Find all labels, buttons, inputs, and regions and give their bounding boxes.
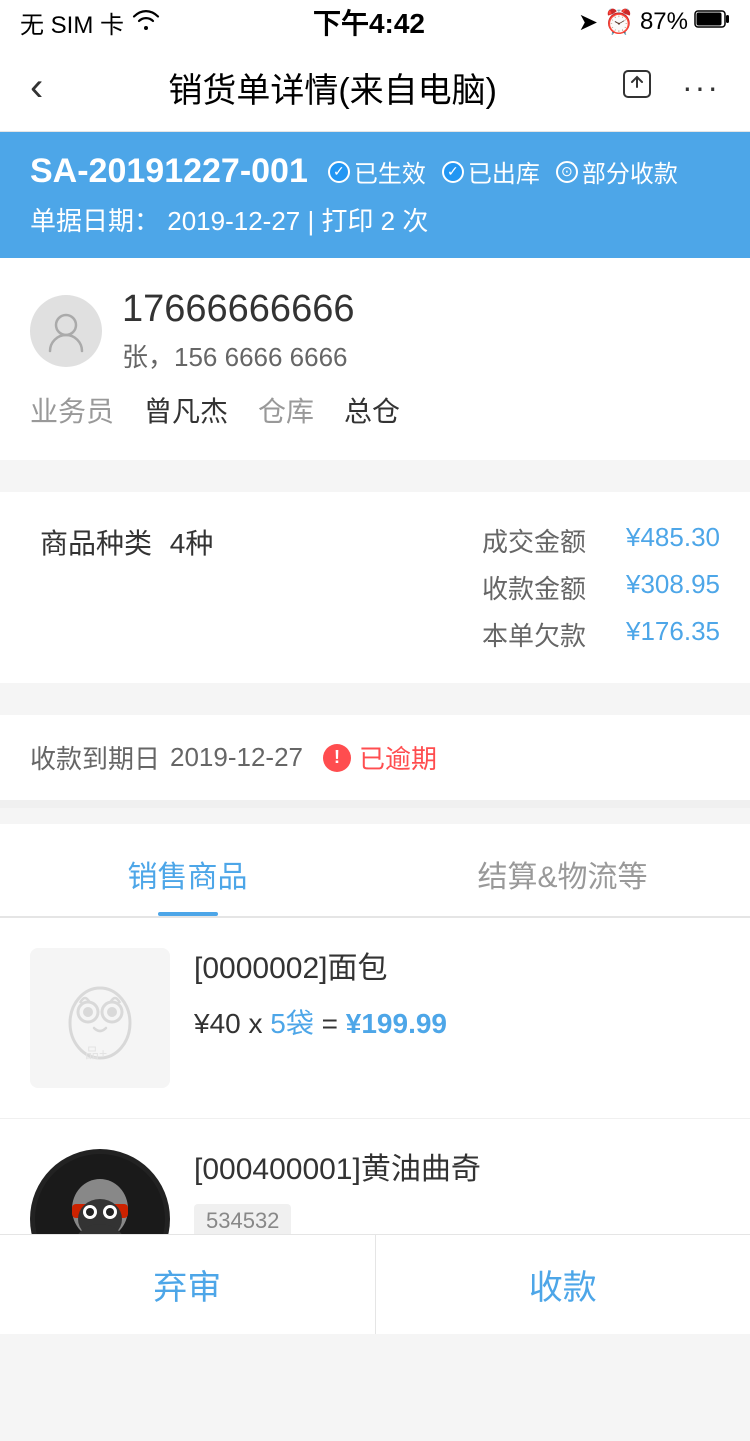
status-bar-left: 无 SIM 卡 — [20, 5, 160, 40]
product-qty-1: 5袋 — [270, 1008, 314, 1039]
product-name-2: [000400001]黄油曲奇 — [194, 1149, 720, 1191]
reject-button[interactable]: 弃审 — [0, 1235, 376, 1334]
salesperson-label: 业务员 — [30, 390, 114, 430]
product-price-1: ¥40 x 5袋 = ¥199.99 — [194, 1002, 720, 1042]
financial-section: 商品种类 4种 成交金额 ¥485.30 收款金额 ¥308.95 本单欠款 ¥… — [0, 492, 750, 683]
avatar — [30, 295, 102, 367]
salesperson-value: 曾凡杰 — [144, 390, 228, 430]
overdue-icon: ! — [323, 744, 351, 772]
product-types-label: 商品种类 — [40, 528, 152, 559]
deal-amount-row: 成交金额 ¥485.30 — [482, 522, 720, 559]
nav-bar: ‹ 销货单详情(来自电脑) ··· — [0, 44, 750, 132]
product-types-value: 4种 — [170, 528, 214, 559]
check-icon-shipped: ✓ — [442, 161, 464, 183]
product-image-1: 品+ — [30, 948, 170, 1088]
status-time: 下午4:42 — [313, 2, 425, 42]
product-total-1: ¥199.99 — [346, 1008, 447, 1039]
clock-icon: ⊙ — [556, 161, 578, 183]
more-button[interactable]: ··· — [682, 69, 720, 106]
received-value: ¥308.95 — [626, 569, 720, 606]
due-date-value: 2019-12-27 — [170, 742, 303, 773]
svg-text:品+: 品+ — [85, 1045, 107, 1061]
owed-value: ¥176.35 — [626, 616, 720, 653]
location-icon: ➤ — [578, 8, 598, 37]
due-section: 收款到期日 2019-12-27 ! 已逾期 — [0, 715, 750, 808]
due-date-label: 收款到期日 — [30, 739, 160, 776]
status-shipped: ✓ 已出库 — [442, 154, 540, 189]
deal-amount-value: ¥485.30 — [626, 522, 720, 559]
bottom-actions: 弃审 收款 — [0, 1234, 750, 1334]
wifi-icon — [132, 8, 160, 37]
order-header-banner: SA-20191227-001 ✓ 已生效 ✓ 已出库 ⊙ 部分收款 单据日期：… — [0, 132, 750, 258]
received-label: 收款金额 — [482, 569, 586, 606]
status-tags: ✓ 已生效 ✓ 已出库 ⊙ 部分收款 — [328, 154, 678, 189]
tab-sales-products[interactable]: 销售商品 — [0, 824, 375, 916]
status-bar: 无 SIM 卡 下午4:42 ➤ ⏰ 87% — [0, 0, 750, 44]
collect-button[interactable]: 收款 — [376, 1235, 750, 1334]
product-item-1: 品+ [0000002]面包 ¥40 x 5袋 = ¥199.99 — [0, 918, 750, 1119]
carrier-text: 无 SIM 卡 — [20, 5, 124, 40]
battery-text: 87% — [640, 8, 688, 36]
divider-1 — [0, 476, 750, 492]
warehouse-label: 仓库 — [258, 390, 314, 430]
status-bar-right: ➤ ⏰ 87% — [578, 8, 730, 37]
tab-settlement-logistics[interactable]: 结算&物流等 — [375, 824, 750, 916]
status-active: ✓ 已生效 — [328, 154, 426, 189]
product-tag-2: 534532 — [194, 1204, 291, 1238]
nav-right-actions: ··· — [622, 69, 720, 106]
page-title: 销货单详情(来自电脑) — [168, 63, 497, 112]
status-partial: ⊙ 部分收款 — [556, 154, 678, 189]
battery-icon — [694, 8, 730, 36]
product-name-1: [0000002]面包 — [194, 948, 720, 990]
financial-right: 成交金额 ¥485.30 收款金额 ¥308.95 本单欠款 ¥176.35 — [482, 522, 720, 653]
back-button[interactable]: ‹ — [30, 65, 43, 110]
overdue-badge: 已逾期 — [359, 739, 437, 776]
received-row: 收款金额 ¥308.95 — [482, 569, 720, 606]
order-id: SA-20191227-001 — [30, 152, 308, 191]
owed-label: 本单欠款 — [482, 616, 586, 653]
check-icon-active: ✓ — [328, 161, 350, 183]
divider-2 — [0, 699, 750, 715]
alarm-icon: ⏰ — [604, 8, 634, 37]
customer-name: 张，156 6666 6666 — [122, 337, 354, 374]
tabs-bar: 销售商品 结算&物流等 — [0, 824, 750, 918]
warehouse-value: 总仓 — [344, 390, 400, 430]
customer-section: 17666666666 张，156 6666 6666 业务员 曾凡杰 仓库 总… — [0, 258, 750, 460]
customer-phone: 17666666666 — [122, 288, 354, 331]
product-types-item: 商品种类 4种 — [30, 522, 213, 562]
owed-row: 本单欠款 ¥176.35 — [482, 616, 720, 653]
customer-details: 业务员 曾凡杰 仓库 总仓 — [30, 390, 720, 430]
share-button[interactable] — [622, 69, 652, 106]
deal-amount-label: 成交金额 — [482, 522, 586, 559]
bottom-spacer — [0, 1321, 750, 1441]
product-info-1: [0000002]面包 ¥40 x 5袋 = ¥199.99 — [194, 948, 720, 1042]
order-date-info: 单据日期： 2019-12-27 | 打印 2 次 — [30, 201, 720, 238]
